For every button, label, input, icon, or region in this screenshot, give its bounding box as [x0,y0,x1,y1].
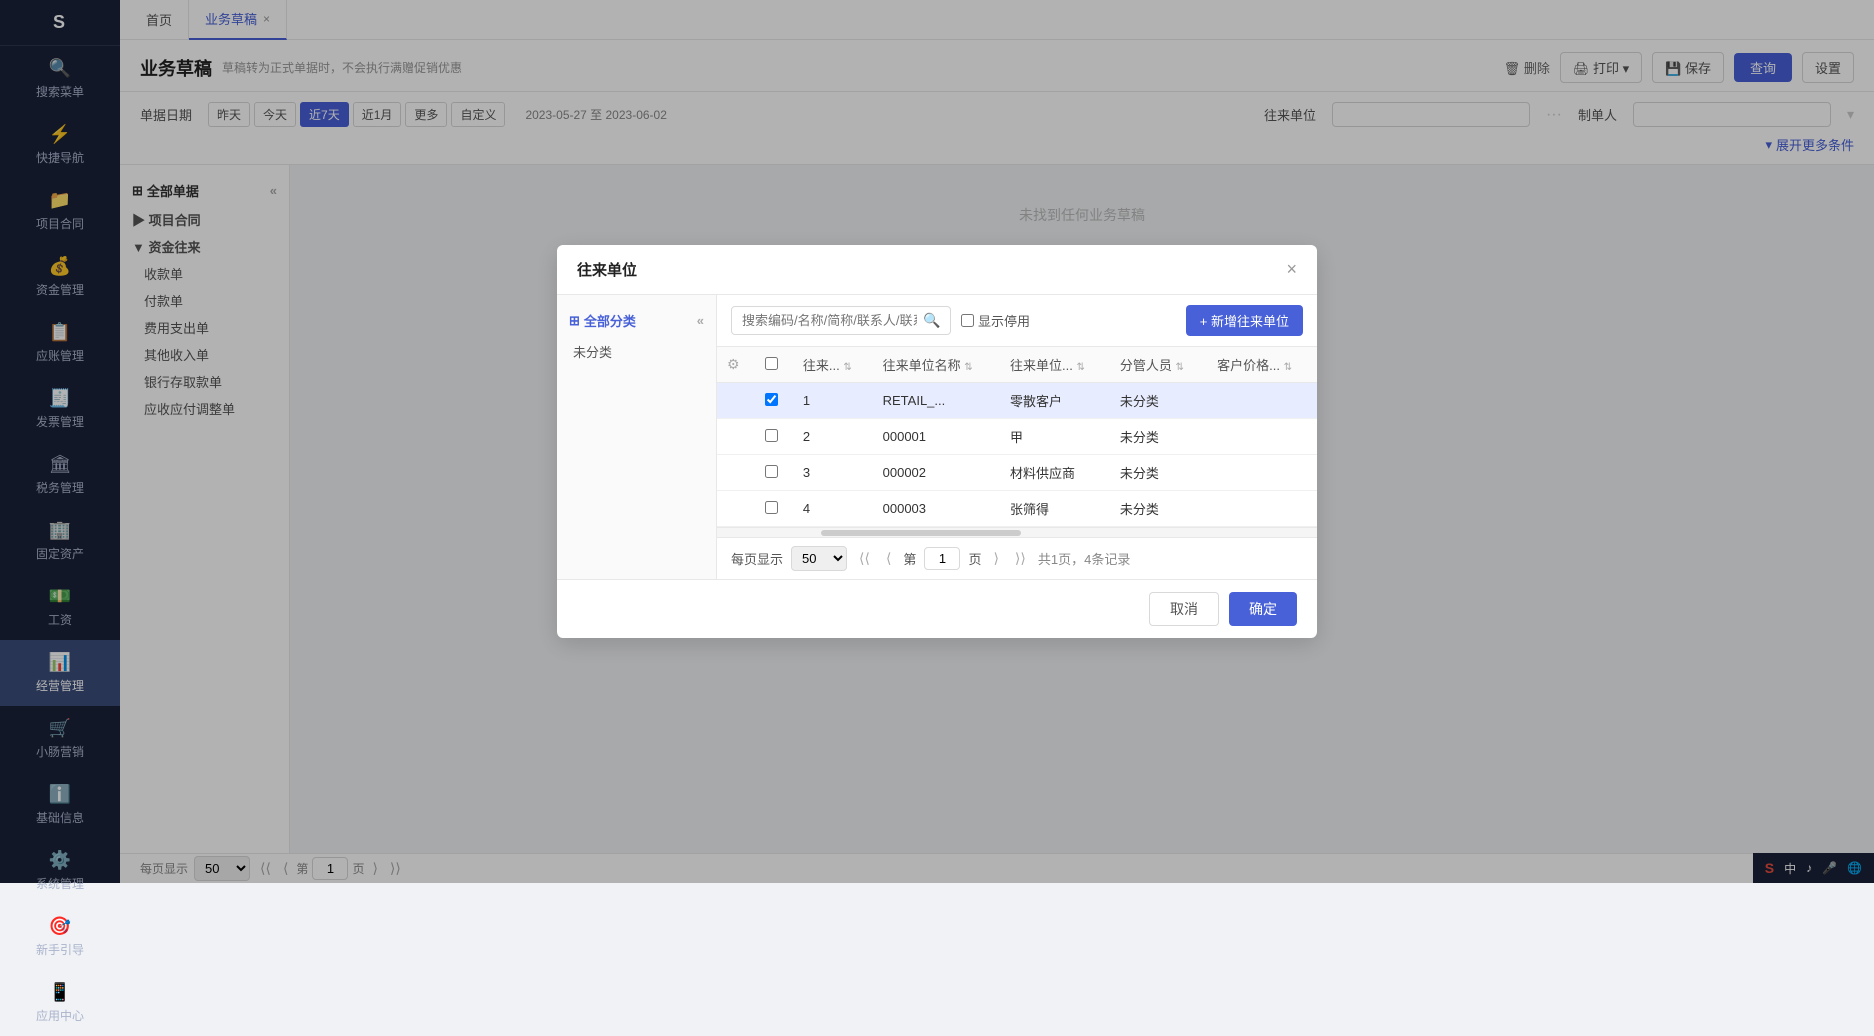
row2-category: 未分类 [1110,419,1207,455]
dialog-search-box: 🔍 [731,306,951,335]
sort-icon-manager: ⇅ [1175,362,1183,373]
dialog-close-button[interactable]: × [1286,259,1297,280]
th-price-level[interactable]: 客户价格... ⇅ [1207,347,1317,383]
dialog-main: 🔍 显示停用 + 新增往来单位 ⚙ [717,295,1317,579]
dialog-toolbar: 🔍 显示停用 + 新增往来单位 [717,295,1317,347]
dialog-table-wrap: ⚙ 往来... ⇅ 往来单位名称 ⇅ 往来单位... ⇅ 分管人员 ⇅ 客户价格… [717,347,1317,527]
dialog-pagination: 每页显示 50 100 ⟨⟨ ⟨ 第 1 页 ⟩ ⟩⟩ 共1页，4条记录 [717,537,1317,579]
dialog-cancel-button[interactable]: 取消 [1149,592,1219,626]
sort-icon-code: ⇅ [843,362,851,373]
row3-manager [1207,455,1317,491]
dialog-page-unit: 页 [968,549,981,568]
dialog-table-body: 1 RETAIL_... 零散客户 未分类 2 [717,383,1317,527]
scrollbar-thumb[interactable] [821,530,1021,536]
row4-index: 4 [793,491,873,527]
row4-category: 未分类 [1110,491,1207,527]
dialog-page-total: 共1页，4条记录 [1038,549,1130,568]
row2-code: 000001 [873,419,1000,455]
row1-checkbox[interactable] [755,383,793,419]
row1-category: 未分类 [1110,383,1207,419]
table-header-row: ⚙ 往来... ⇅ 往来单位名称 ⇅ 往来单位... ⇅ 分管人员 ⇅ 客户价格… [717,347,1317,383]
row2-checkbox[interactable] [755,419,793,455]
table-row[interactable]: 4 000003 张筛得 未分类 [717,491,1317,527]
new-guide-icon: 🎯 [49,916,71,937]
dialog-page-prev-btn[interactable]: ⟨ [882,548,895,569]
th-checkbox[interactable] [755,347,793,383]
th-code[interactable]: 往来... ⇅ [793,347,873,383]
dialog-page-input[interactable]: 1 [924,547,960,570]
dialog-page-last-btn[interactable]: ⟩⟩ [1011,548,1030,569]
settings-col-icon: ⚙ [727,356,740,372]
dialog-page-next-btn[interactable]: ⟩ [989,548,1002,569]
th-manager[interactable]: 分管人员 ⇅ [1110,347,1207,383]
page-size-label: 每页显示 [731,549,783,568]
dialog-table: ⚙ 往来... ⇅ 往来单位名称 ⇅ 往来单位... ⇅ 分管人员 ⇅ 客户价格… [717,347,1317,527]
th-name[interactable]: 往来单位名称 ⇅ [873,347,1000,383]
sort-icon-category: ⇅ [1076,362,1084,373]
th-settings[interactable]: ⚙ [717,347,755,383]
sidebar-item-new-guide[interactable]: 🎯 新手引导 [0,904,120,970]
select-all-checkbox[interactable] [765,357,778,370]
row3-checkbox[interactable] [755,455,793,491]
sidebar-item-label: 新手引导 [36,941,84,958]
dialog-search-input[interactable] [742,313,917,328]
add-contact-button[interactable]: + 新增往来单位 [1186,305,1303,336]
row4-manager [1207,491,1317,527]
sidebar-item-app-center[interactable]: 📱 应用中心 [0,970,120,1036]
sort-icon-name: ⇅ [964,362,972,373]
row2-settings [717,419,755,455]
table-row[interactable]: 2 000001 甲 未分类 [717,419,1317,455]
dialog-header: 往来单位 × [557,245,1317,295]
row4-settings [717,491,755,527]
dialog-sidebar-title: ⊞ 全部分类 [569,311,636,330]
grid-icon-dialog: ⊞ [569,313,580,329]
row3-settings [717,455,755,491]
row4-code: 000003 [873,491,1000,527]
row2-index: 2 [793,419,873,455]
dialog-page-size-select[interactable]: 50 100 [791,546,847,571]
dialog-body: ⊞ 全部分类 « 未分类 🔍 显示停用 [557,295,1317,579]
row4-name: 张筛得 [1000,491,1110,527]
row3-name: 材料供应商 [1000,455,1110,491]
search-icon[interactable]: 🔍 [923,312,940,329]
table-row[interactable]: 3 000002 材料供应商 未分类 [717,455,1317,491]
sort-icon-price: ⇅ [1284,362,1292,373]
row3-category: 未分类 [1110,455,1207,491]
dialog-footer: 取消 确定 [557,579,1317,638]
sidebar-item-label: 应用中心 [36,1007,84,1024]
row1-manager [1207,383,1317,419]
dialog-title: 往来单位 [577,259,637,280]
page-label-dialog: 第 [903,549,916,568]
th-category[interactable]: 往来单位... ⇅ [1000,347,1110,383]
dialog-sidebar-collapse[interactable]: « [697,313,704,328]
show-disabled-checkbox[interactable] [961,314,974,327]
app-center-icon: 📱 [49,982,71,1003]
dialog-sidebar-unclassified[interactable]: 未分类 [557,336,716,367]
row1-name: 零散客户 [1000,383,1110,419]
dialog-horizontal-scrollbar[interactable] [717,527,1317,537]
row2-manager [1207,419,1317,455]
dialog-sidebar: ⊞ 全部分类 « 未分类 [557,295,717,579]
row1-settings [717,383,755,419]
table-row[interactable]: 1 RETAIL_... 零散客户 未分类 [717,383,1317,419]
row1-code: RETAIL_... [873,383,1000,419]
dialog-sidebar-header: ⊞ 全部分类 « [557,305,716,336]
row1-index: 1 [793,383,873,419]
dialog-page-first-btn[interactable]: ⟨⟨ [855,548,874,569]
contact-dialog: 往来单位 × ⊞ 全部分类 « 未分类 [557,245,1317,638]
row3-code: 000002 [873,455,1000,491]
dialog-overlay: 往来单位 × ⊞ 全部分类 « 未分类 [0,0,1874,883]
show-disabled-label[interactable]: 显示停用 [961,311,1030,330]
row2-name: 甲 [1000,419,1110,455]
row3-index: 3 [793,455,873,491]
dialog-confirm-button[interactable]: 确定 [1229,592,1297,626]
row4-checkbox[interactable] [755,491,793,527]
